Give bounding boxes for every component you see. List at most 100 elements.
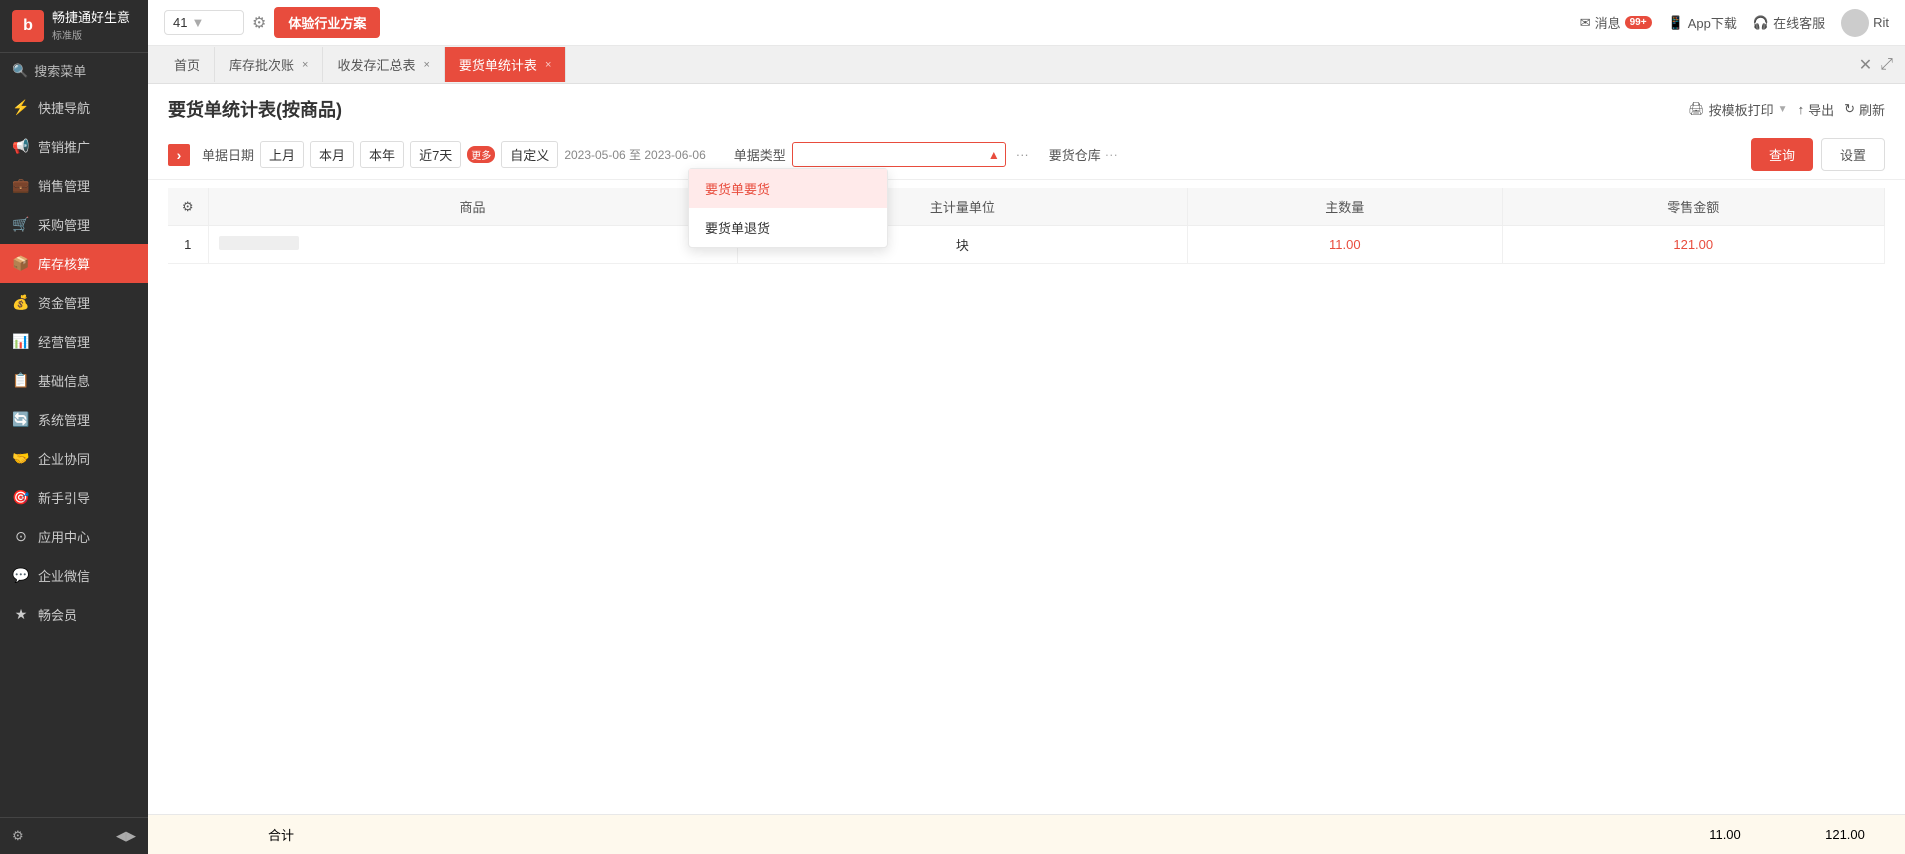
expand-toggle[interactable]: › [168,144,190,166]
sidebar-item-app-center[interactable]: ⊙ 应用中心 [0,517,148,556]
nav-label: 营销推广 [38,137,90,156]
product-placeholder [219,236,299,250]
table-header-row: ⚙ 商品 主计量单位 主数量 零售金额 [168,188,1885,226]
page-content: 要货单统计表(按商品) 🖨 按模板打印 ▼ ↑ 导出 ↻ 刷新 › [148,84,1905,854]
gear-icon[interactable]: ⚙ [182,199,194,214]
sidebar-item-sales[interactable]: 💼 销售管理 [0,166,148,205]
type-select-input[interactable] [792,142,1006,167]
store-selector[interactable]: 41 ▼ [164,10,244,35]
message-icon: ✉ [1580,15,1591,31]
sidebar-item-basic[interactable]: 📋 基础信息 [0,361,148,400]
nav-label: 企业协同 [38,449,90,468]
collapse-icon[interactable]: ◀▶ [116,828,136,844]
sidebar-item-finance[interactable]: 💰 资金管理 [0,283,148,322]
date-7days[interactable]: 近7天 [410,141,461,168]
online-service-action[interactable]: 🎧 在线客服 [1753,13,1825,32]
nav-label: 资金管理 [38,293,90,312]
warehouse-filter: 要货仓库 ··· [1049,145,1118,164]
page-header: 要货单统计表(按商品) 🖨 按模板打印 ▼ ↑ 导出 ↻ 刷新 [148,84,1905,130]
enterprise-icon: 🤝 [12,450,30,468]
refresh-label: 刷新 [1859,100,1885,119]
export-action[interactable]: ↑ 导出 [1798,100,1835,119]
tab-inventory-batch-close[interactable]: × [302,59,308,71]
date-last-month[interactable]: 上月 [260,141,304,168]
sidebar-search[interactable]: 🔍 搜索菜单 [0,53,148,88]
logo-icon: b [12,10,44,42]
page-actions: 🖨 按模板打印 ▼ ↑ 导出 ↻ 刷新 [1688,100,1885,119]
nav-label: 销售管理 [38,176,90,195]
type-select[interactable]: ▲ [792,142,1006,167]
type-dropdown: 要货单要货 要货单退货 [688,168,888,248]
print-icon: 🖨 [1688,101,1705,117]
tab-receipt-summary[interactable]: 收发存汇总表 × [323,47,444,82]
tab-receipt-summary-close[interactable]: × [423,59,429,71]
sidebar-item-guide[interactable]: 🎯 新手引导 [0,478,148,517]
tab-order-summary-close[interactable]: × [545,59,551,71]
table-row: 1 块 11.00 121.00 [168,226,1885,264]
type-filter-label: 单据类型 [734,145,786,164]
dropdown-item-order-return[interactable]: 要货单退货 [689,208,887,247]
more-date-badge[interactable]: 更多 [467,146,495,163]
marketing-icon: 📢 [12,138,30,156]
table-container: ⚙ 商品 主计量单位 主数量 零售金额 1 块 [148,188,1905,264]
tab-order-summary[interactable]: 要货单统计表 × [445,47,566,82]
search-icon: 🔍 [12,63,28,79]
date-filter-group: 单据日期 上月 本月 本年 近7天 更多 自定义 2023-05-06 至 20… [202,141,706,168]
settings-button[interactable]: 设置 [1821,138,1885,171]
app-download-action[interactable]: 📱 App下载 [1668,13,1737,32]
tab-receipt-summary-label: 收发存汇总表 [337,55,415,74]
tab-inventory-batch[interactable]: 库存批次账 × [215,47,323,82]
nav-label: 系统管理 [38,410,90,429]
close-window-icon[interactable]: ✕ [1859,55,1872,75]
filter-more-dots[interactable]: ··· [1016,147,1029,162]
vip-icon: ★ [12,606,30,624]
app-name: 畅捷通好生意 [52,10,130,27]
sidebar-item-marketing[interactable]: 📢 营销推广 [0,127,148,166]
row-amount: 121.00 [1502,226,1885,264]
tab-order-summary-label: 要货单统计表 [459,55,537,74]
message-action[interactable]: ✉ 消息 99+ [1580,13,1652,32]
date-this-month[interactable]: 本月 [310,141,354,168]
query-button[interactable]: 查询 [1751,138,1813,171]
maximize-window-icon[interactable]: ⤢ [1880,56,1893,74]
dropdown-item-order-goods[interactable]: 要货单要货 [689,169,887,208]
footer-amount: 121.00 [1805,827,1885,842]
print-label: 按模板打印 [1709,100,1774,119]
user-area[interactable]: Rit [1841,9,1889,37]
date-custom[interactable]: 自定义 [501,141,558,168]
date-filter-label: 单据日期 [202,145,254,164]
warehouse-label: 要货仓库 [1049,145,1101,164]
settings-icon[interactable]: ⚙ [12,828,24,844]
trial-button[interactable]: 体验行业方案 [274,7,380,38]
basic-icon: 📋 [12,372,30,390]
guide-icon: 🎯 [12,489,30,507]
date-range-display: 2023-05-06 至 2023-06-06 [564,146,705,163]
sidebar-item-enterprise[interactable]: 🤝 企业协同 [0,439,148,478]
tab-home[interactable]: 首页 [160,47,215,82]
store-name: 41 [173,15,187,30]
main-content: 41 ▼ ⚙ 体验行业方案 ✉ 消息 99+ 📱 App下载 🎧 在线客服 R [148,0,1905,854]
filter-action-btns: 查询 设置 [1751,138,1885,171]
date-this-year[interactable]: 本年 [360,141,404,168]
sidebar-item-operations[interactable]: 📊 经营管理 [0,322,148,361]
tabbar: 首页 库存批次账 × 收发存汇总表 × 要货单统计表 × ✕ ⤢ [148,46,1905,84]
refresh-action[interactable]: ↻ 刷新 [1844,100,1885,119]
print-action[interactable]: 🖨 按模板打印 ▼ [1688,100,1787,119]
refresh-icon: ↻ [1844,101,1855,117]
warehouse-more-dots[interactable]: ··· [1105,147,1118,162]
sidebar-item-quick-nav[interactable]: ⚡ 快捷导航 [0,88,148,127]
purchase-icon: 🛒 [12,216,30,234]
sidebar-item-wechat[interactable]: 💬 企业微信 [0,556,148,595]
sidebar-item-inventory[interactable]: 📦 库存核算 [0,244,148,283]
system-icon: 🔄 [12,411,30,429]
sidebar-item-vip[interactable]: ★ 畅会员 [0,595,148,634]
online-service-label: 在线客服 [1773,13,1825,32]
sidebar: b 畅捷通好生意 标准版 🔍 搜索菜单 ⚡ 快捷导航 📢 营销推广 💼 销售管理… [0,0,148,854]
sidebar-bottom: ⚙ ◀▶ [0,817,148,854]
sidebar-item-system[interactable]: 🔄 系统管理 [0,400,148,439]
topbar-settings-icon[interactable]: ⚙ [252,13,266,33]
tab-inventory-batch-label: 库存批次账 [229,55,294,74]
sidebar-item-purchase[interactable]: 🛒 采购管理 [0,205,148,244]
footer-quantity: 11.00 [1685,827,1765,842]
nav-label: 应用中心 [38,527,90,546]
